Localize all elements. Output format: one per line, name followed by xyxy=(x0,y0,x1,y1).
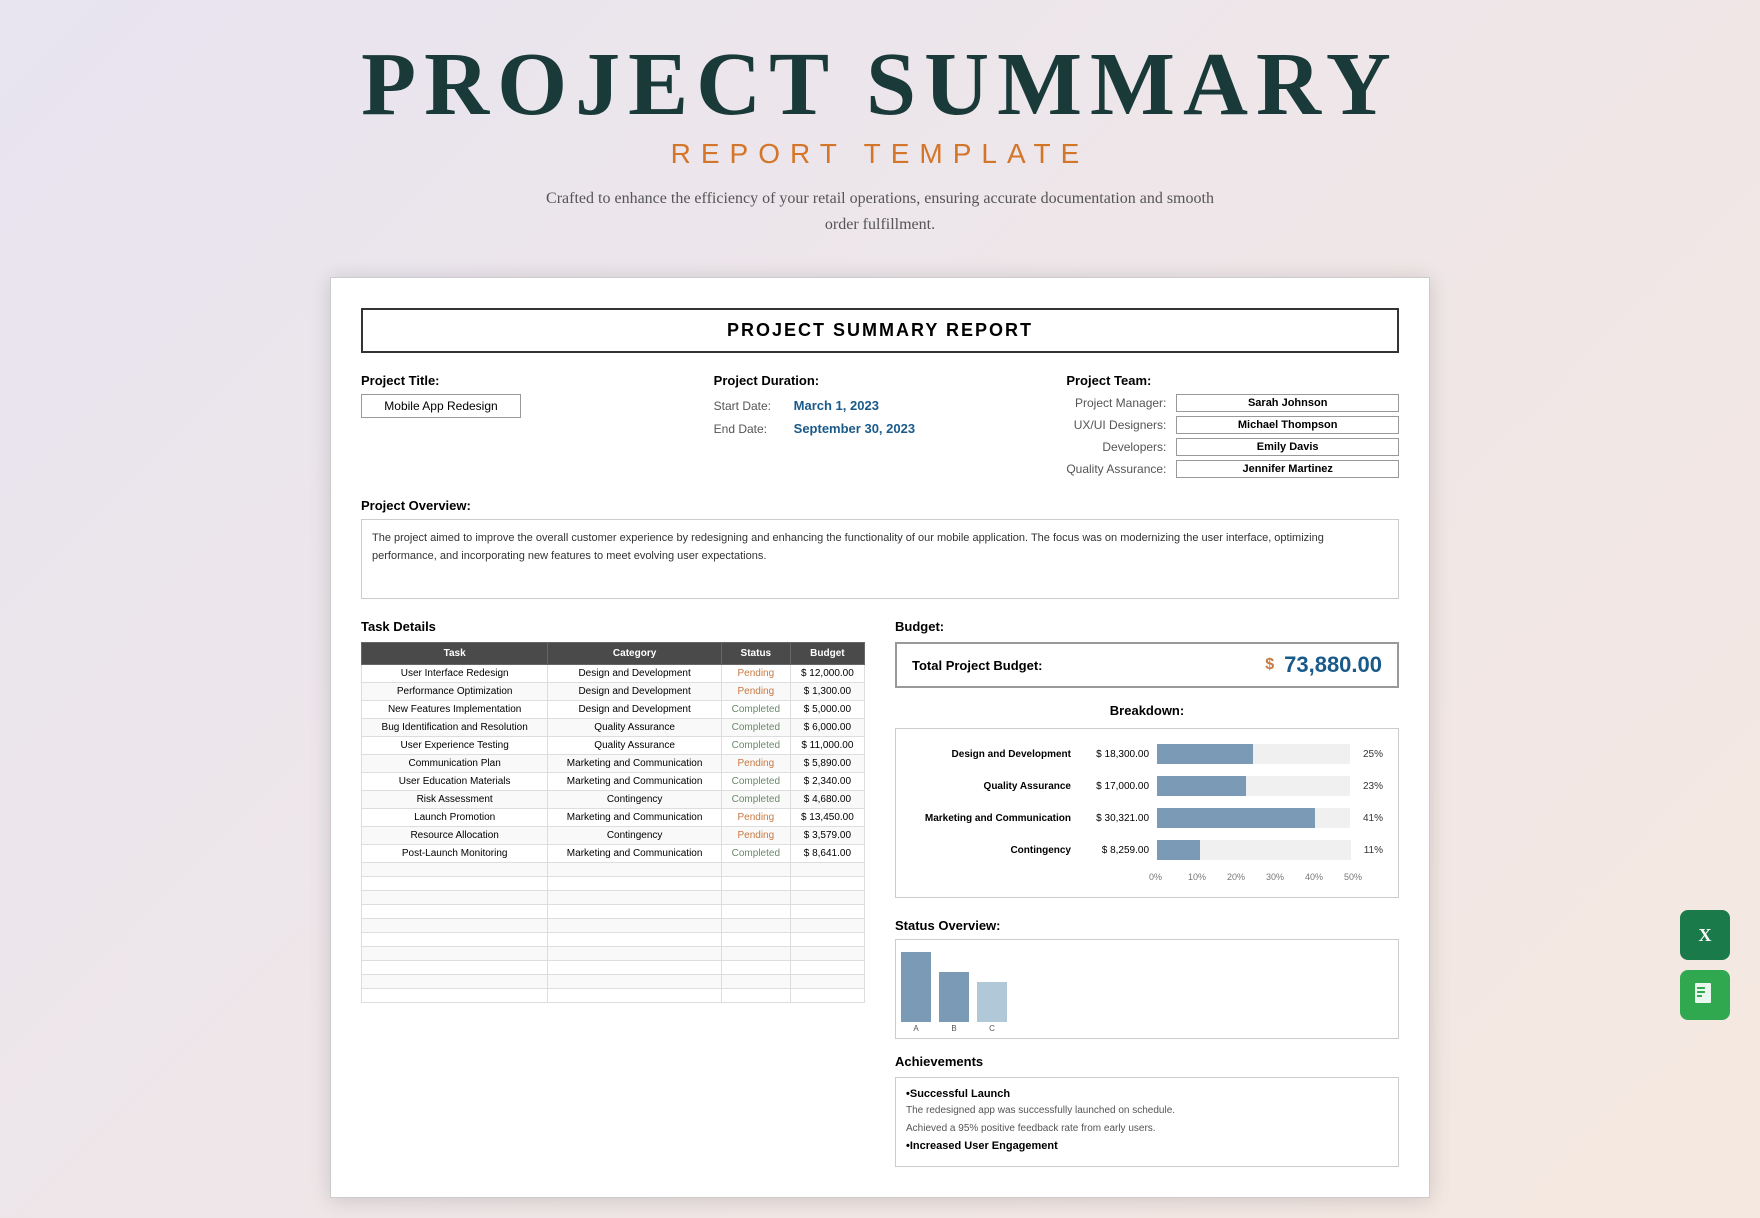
achieve-item-2: •Increased User Engagement xyxy=(906,1140,1388,1152)
chart-axis: 0% 10% 20% 30% 40% 50% xyxy=(1149,872,1383,882)
achievements-box: •Successful Launch The redesigned app wa… xyxy=(895,1077,1399,1167)
table-row-empty xyxy=(362,989,865,1003)
status-chart: A B C xyxy=(895,939,1399,1039)
qa-name: Jennifer Martinez xyxy=(1176,460,1399,478)
table-row-empty xyxy=(362,919,865,933)
task-title: Task Details xyxy=(361,619,865,634)
table-row-empty xyxy=(362,877,865,891)
excel-icon[interactable]: X xyxy=(1680,910,1730,960)
achievements: Achievements •Successful Launch The rede… xyxy=(895,1054,1399,1167)
budget-dollar-sign: $ xyxy=(1265,656,1274,674)
document-wrapper: PROJECT SUMMARY REPORT Project Title: Mo… xyxy=(330,277,1430,1198)
total-budget-box: Total Project Budget: $ 73,880.00 xyxy=(895,642,1399,688)
duration-label: Project Duration: xyxy=(714,373,1047,388)
hero-desc: Crafted to enhance the efficiency of you… xyxy=(530,186,1230,237)
col-task: Task xyxy=(362,643,548,665)
col-budget: Budget xyxy=(790,643,864,665)
table-row: User Experience Testing Quality Assuranc… xyxy=(362,737,865,755)
table-row: Bug Identification and Resolution Qualit… xyxy=(362,719,865,737)
hero-title: PROJECT SUMMARY xyxy=(20,40,1740,130)
status-overview: Status Overview: A B C xyxy=(895,918,1399,1039)
project-title-label: Project Title: xyxy=(361,373,440,388)
table-row: Resource Allocation Contingency Pending … xyxy=(362,827,865,845)
chart-bar-row: Marketing and Communication $ 30,321.00 … xyxy=(911,808,1383,828)
manager-role-label: Project Manager: xyxy=(1066,396,1166,410)
start-date-value: March 1, 2023 xyxy=(794,398,879,413)
col-status: Status xyxy=(721,643,790,665)
breakdown-title: Breakdown: xyxy=(895,703,1399,718)
start-date-label: Start Date: xyxy=(714,399,784,413)
status-overview-title: Status Overview: xyxy=(895,918,1399,933)
right-section: Budget: Total Project Budget: $ 73,880.0… xyxy=(895,619,1399,1167)
overview-label: Project Overview: xyxy=(361,498,1399,513)
achieve-desc-1b: Achieved a 95% positive feedback rate fr… xyxy=(906,1122,1388,1136)
end-date-value: September 30, 2023 xyxy=(794,421,915,436)
table-row-empty xyxy=(362,863,865,877)
app-icons: X xyxy=(1680,910,1730,1020)
total-budget-label: Total Project Budget: xyxy=(912,658,1265,673)
chart-bar-row: Contingency $ 8,259.00 11% xyxy=(911,840,1383,860)
table-row: Launch Promotion Marketing and Communica… xyxy=(362,809,865,827)
manager-name: Sarah Johnson xyxy=(1176,394,1399,412)
achieve-desc-1a: The redesigned app was successfully laun… xyxy=(906,1104,1388,1118)
bottom-section: Task Details Task Category Status Budget… xyxy=(361,619,1399,1167)
top-info: Project Title: Mobile App Redesign Proje… xyxy=(361,373,1399,478)
overview-section: Project Overview: The project aimed to i… xyxy=(361,498,1399,599)
table-row: Risk Assessment Contingency Completed $ … xyxy=(362,791,865,809)
table-row-empty xyxy=(362,947,865,961)
designers-name: Michael Thompson xyxy=(1176,416,1399,434)
table-row: User Education Materials Marketing and C… xyxy=(362,773,865,791)
budget-title: Budget: xyxy=(895,619,1399,634)
chart-bar-row: Quality Assurance $ 17,000.00 23% xyxy=(911,776,1383,796)
sheets-icon[interactable] xyxy=(1680,970,1730,1020)
designers-role-label: UX/UI Designers: xyxy=(1066,418,1166,432)
table-row-empty xyxy=(362,933,865,947)
table-row: User Interface Redesign Design and Devel… xyxy=(362,665,865,683)
budget-total-amount: 73,880.00 xyxy=(1284,652,1382,678)
hero-section: PROJECT SUMMARY REPORT TEMPLATE Crafted … xyxy=(0,0,1760,257)
overview-text: The project aimed to improve the overall… xyxy=(361,519,1399,599)
team-label: Project Team: xyxy=(1066,373,1399,388)
doc-title: PROJECT SUMMARY REPORT xyxy=(361,308,1399,353)
task-section: Task Details Task Category Status Budget… xyxy=(361,619,865,1167)
achieve-item-1: •Successful Launch xyxy=(906,1088,1388,1100)
table-row-empty xyxy=(362,905,865,919)
table-row: New Features Implementation Design and D… xyxy=(362,701,865,719)
table-row-empty xyxy=(362,975,865,989)
team-grid: Project Manager: Sarah Johnson UX/UI Des… xyxy=(1066,394,1399,478)
table-row-empty xyxy=(362,961,865,975)
breakdown-chart: Design and Development $ 18,300.00 25% Q… xyxy=(895,728,1399,898)
table-row: Post-Launch Monitoring Marketing and Com… xyxy=(362,845,865,863)
task-table: Task Category Status Budget User Interfa… xyxy=(361,642,865,1003)
developers-name: Emily Davis xyxy=(1176,438,1399,456)
qa-role-label: Quality Assurance: xyxy=(1066,462,1166,476)
developers-role-label: Developers: xyxy=(1066,440,1166,454)
col-category: Category xyxy=(548,643,722,665)
end-date-label: End Date: xyxy=(714,422,784,436)
project-team-block: Project Team: Project Manager: Sarah Joh… xyxy=(1066,373,1399,478)
achievements-title: Achievements xyxy=(895,1054,1399,1069)
table-row: Communication Plan Marketing and Communi… xyxy=(362,755,865,773)
project-duration-block: Project Duration: Start Date: March 1, 2… xyxy=(714,373,1047,478)
project-title-block: Project Title: Mobile App Redesign xyxy=(361,373,694,478)
table-row: Performance Optimization Design and Deve… xyxy=(362,683,865,701)
budget-section: Budget: Total Project Budget: $ 73,880.0… xyxy=(895,619,1399,898)
table-row-empty xyxy=(362,891,865,905)
project-title-value: Mobile App Redesign xyxy=(361,394,521,418)
hero-subtitle: REPORT TEMPLATE xyxy=(20,138,1740,170)
chart-bar-row: Design and Development $ 18,300.00 25% xyxy=(911,744,1383,764)
